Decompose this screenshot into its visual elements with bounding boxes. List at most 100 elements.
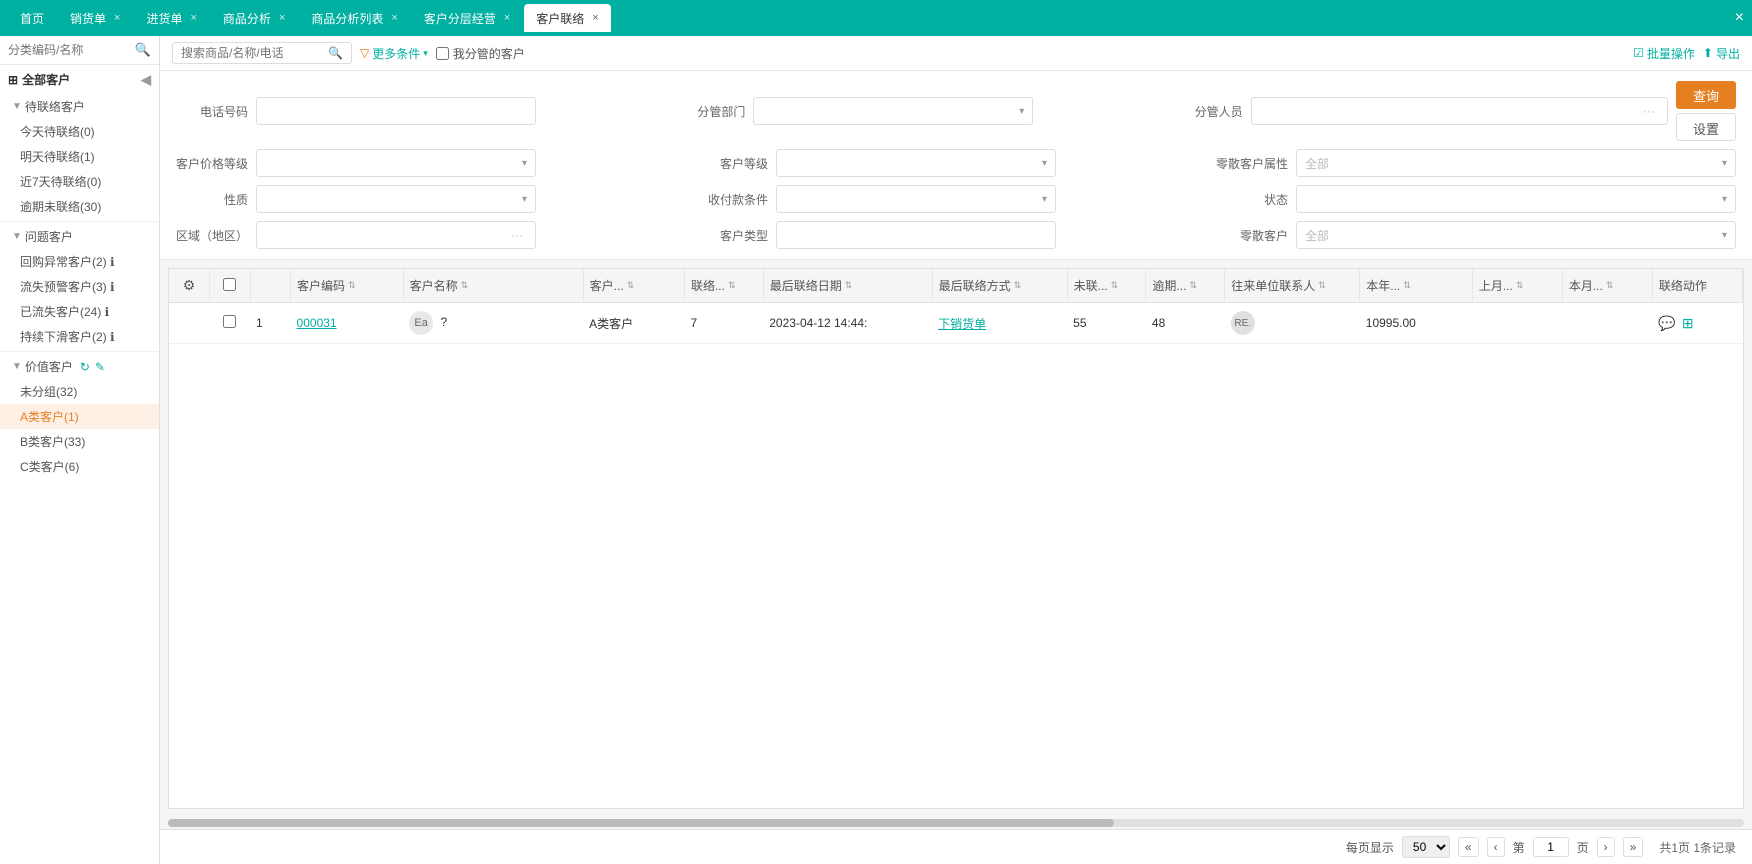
sidebar-value-refresh[interactable]: ↻ bbox=[80, 360, 90, 374]
sidebar-group-problem-customers[interactable]: ▼ 问题客户 bbox=[0, 224, 159, 249]
sidebar-search-icon[interactable]: 🔍 bbox=[135, 42, 151, 58]
filter-status-select[interactable]: ▾ bbox=[1296, 185, 1736, 213]
nav-tab-purchase-close[interactable]: × bbox=[190, 12, 196, 24]
filter-manager-ellipsis[interactable]: ··· bbox=[1639, 104, 1659, 118]
nav-tab-goods-analysis[interactable]: 商品分析 × bbox=[211, 4, 297, 32]
row-chat-icon[interactable]: 💬 bbox=[1658, 315, 1675, 332]
last-contact-method-link[interactable]: 下销货单 bbox=[938, 317, 986, 331]
th-this-year-label: 本年... bbox=[1366, 277, 1400, 294]
last-page-btn[interactable]: » bbox=[1623, 837, 1644, 857]
sidebar-item-tomorrow[interactable]: 明天待联络(1) bbox=[0, 144, 159, 169]
filter-customer-level-select[interactable]: ▾ bbox=[776, 149, 1056, 177]
th-contact-count[interactable]: 联络... ⇅ bbox=[684, 269, 763, 303]
sidebar-item-continuous-decline[interactable]: 持续下滑客户(2) ℹ bbox=[0, 324, 159, 349]
filter-region-ellipsis[interactable]: ··· bbox=[507, 228, 527, 242]
filter-settings-btn[interactable]: 设置 bbox=[1676, 113, 1736, 141]
filter-retail-attr-label: 零散客户属性 bbox=[1216, 155, 1296, 172]
nav-tab-sales[interactable]: 销货单 × bbox=[58, 4, 132, 32]
td-this-month bbox=[1562, 303, 1652, 344]
nav-tab-goods-analysis-close[interactable]: × bbox=[279, 12, 285, 24]
sidebar-item-7days[interactable]: 近7天待联络(0) bbox=[0, 169, 159, 194]
th-customer-name-sort: ⇅ bbox=[461, 280, 469, 291]
scrollbar-thumb[interactable] bbox=[168, 819, 1114, 827]
sidebar-group-pending-contact[interactable]: ▼ 待联络客户 bbox=[0, 94, 159, 119]
th-overdue[interactable]: 逾期... ⇅ bbox=[1146, 269, 1225, 303]
sidebar-value-edit[interactable]: ✎ bbox=[95, 360, 105, 374]
row-checkbox[interactable] bbox=[223, 315, 236, 328]
th-customer-type[interactable]: 客户... ⇅ bbox=[583, 269, 684, 303]
sidebar-item-today[interactable]: 今天待联络(0) bbox=[0, 119, 159, 144]
td-gear bbox=[169, 303, 210, 344]
nav-tab-home[interactable]: 首页 bbox=[8, 4, 56, 32]
export-btn[interactable]: ⬆ 导出 bbox=[1703, 45, 1740, 62]
bulk-action-btn[interactable]: ☑ 批量操作 bbox=[1633, 45, 1695, 62]
filter-payment-select[interactable]: ▾ bbox=[776, 185, 1056, 213]
sidebar-item-lost[interactable]: 已流失客户(24) ℹ bbox=[0, 299, 159, 324]
nav-tab-goods-analysis-list[interactable]: 商品分析列表 × bbox=[299, 4, 409, 32]
th-unit-contact[interactable]: 往来单位联系人 ⇅ bbox=[1225, 269, 1360, 303]
table-gear-icon[interactable]: ⚙ bbox=[183, 277, 196, 293]
filter-price-level-select[interactable]: ▾ bbox=[256, 149, 536, 177]
th-index bbox=[250, 269, 291, 303]
th-last-contact-date[interactable]: 最后联络日期 ⇅ bbox=[763, 269, 932, 303]
first-page-btn[interactable]: « bbox=[1458, 837, 1479, 857]
filter-query-btn[interactable]: 查询 bbox=[1676, 81, 1736, 109]
sidebar-item-unclassified[interactable]: 未分组(32) bbox=[0, 379, 159, 404]
nav-tab-customer-contact-close[interactable]: × bbox=[592, 12, 598, 24]
sidebar-item-class-b[interactable]: B类客户(33) bbox=[0, 429, 159, 454]
sidebar-group-value-customers[interactable]: ▼ 价值客户 ↻ ✎ bbox=[0, 354, 159, 379]
sidebar-all-customers-label[interactable]: 全部客户 bbox=[22, 71, 70, 88]
nav-tab-customer-contact-label: 客户联络 bbox=[536, 10, 584, 27]
filter-retail-customer-select[interactable]: 全部 ▾ bbox=[1296, 221, 1736, 249]
filter-nature-select[interactable]: ▾ bbox=[256, 185, 536, 213]
horizontal-scrollbar[interactable] bbox=[160, 817, 1752, 829]
filter-my-customers[interactable]: 我分管的客户 bbox=[436, 45, 525, 62]
filter-field-customer-level: 客户等级 ▾ bbox=[696, 149, 1216, 177]
filter-more-conditions[interactable]: ▽ 更多条件 ▾ bbox=[360, 45, 428, 62]
nav-tab-customer-segment-close[interactable]: × bbox=[504, 12, 510, 24]
th-customer-type-sort: ⇅ bbox=[627, 280, 635, 291]
th-no-contact-label: 未联... bbox=[1074, 277, 1108, 294]
filter-customer-type-select[interactable] bbox=[776, 221, 1056, 249]
close-all-tabs[interactable]: × bbox=[1735, 9, 1744, 27]
nav-tab-customer-contact[interactable]: 客户联络 × bbox=[524, 4, 610, 32]
th-customer-code[interactable]: 客户编码 ⇅ bbox=[291, 269, 404, 303]
th-customer-name[interactable]: 客户名称 ⇅ bbox=[403, 269, 583, 303]
row-grid-icon[interactable]: ⊞ bbox=[1682, 315, 1694, 332]
page-number-input[interactable] bbox=[1533, 837, 1569, 857]
th-this-month[interactable]: 本月... ⇅ bbox=[1562, 269, 1652, 303]
next-page-btn[interactable]: › bbox=[1597, 837, 1615, 857]
th-last-month[interactable]: 上月... ⇅ bbox=[1472, 269, 1562, 303]
sidebar-group-problem-label: 问题客户 bbox=[25, 228, 73, 245]
nav-tab-goods-analysis-list-close[interactable]: × bbox=[391, 12, 397, 24]
filter-search-input[interactable] bbox=[181, 46, 324, 60]
filter-manager-select[interactable]: ··· bbox=[1251, 97, 1668, 125]
filter-my-customers-checkbox[interactable] bbox=[436, 47, 449, 60]
th-overdue-sort: ⇅ bbox=[1189, 280, 1197, 291]
nav-tab-purchase[interactable]: 进货单 × bbox=[134, 4, 208, 32]
table-select-all[interactable] bbox=[223, 278, 236, 291]
sidebar-item-lost-warning[interactable]: 流失预警客户(3) ℹ bbox=[0, 274, 159, 299]
nav-tab-sales-close[interactable]: × bbox=[114, 12, 120, 24]
sidebar-search-input[interactable] bbox=[8, 43, 135, 57]
nav-tab-customer-segment[interactable]: 客户分层经营 × bbox=[412, 4, 522, 32]
filter-department-select[interactable]: ▾ bbox=[753, 97, 1033, 125]
filter-retail-attr-select[interactable]: 全部 ▾ bbox=[1296, 149, 1736, 177]
filter-phone-input[interactable] bbox=[256, 97, 536, 125]
customer-code-link[interactable]: 000031 bbox=[297, 316, 337, 330]
sidebar-item-class-c[interactable]: C类客户(6) bbox=[0, 454, 159, 479]
sidebar-collapse-btn[interactable]: ◀ bbox=[141, 72, 151, 88]
sidebar-item-repeat-abnormal[interactable]: 回购异常客户(2) ℹ bbox=[0, 249, 159, 274]
th-last-contact-method[interactable]: 最后联络方式 ⇅ bbox=[932, 269, 1067, 303]
sidebar-item-class-a[interactable]: A类客户(1) bbox=[0, 404, 159, 429]
page-size-select[interactable]: 50 bbox=[1402, 836, 1450, 858]
sidebar-item-overdue-contact[interactable]: 逾期未联络(30) bbox=[0, 194, 159, 219]
scrollbar-track[interactable] bbox=[168, 819, 1744, 827]
prev-page-btn[interactable]: ‹ bbox=[1487, 837, 1505, 857]
th-this-month-label: 本月... bbox=[1569, 277, 1603, 294]
th-no-contact[interactable]: 未联... ⇅ bbox=[1067, 269, 1146, 303]
filter-search-icon[interactable]: 🔍 bbox=[328, 46, 343, 60]
th-this-year[interactable]: 本年... ⇅ bbox=[1360, 269, 1473, 303]
td-customer-code[interactable]: 000031 bbox=[291, 303, 404, 344]
filter-region-select[interactable]: ··· bbox=[256, 221, 536, 249]
